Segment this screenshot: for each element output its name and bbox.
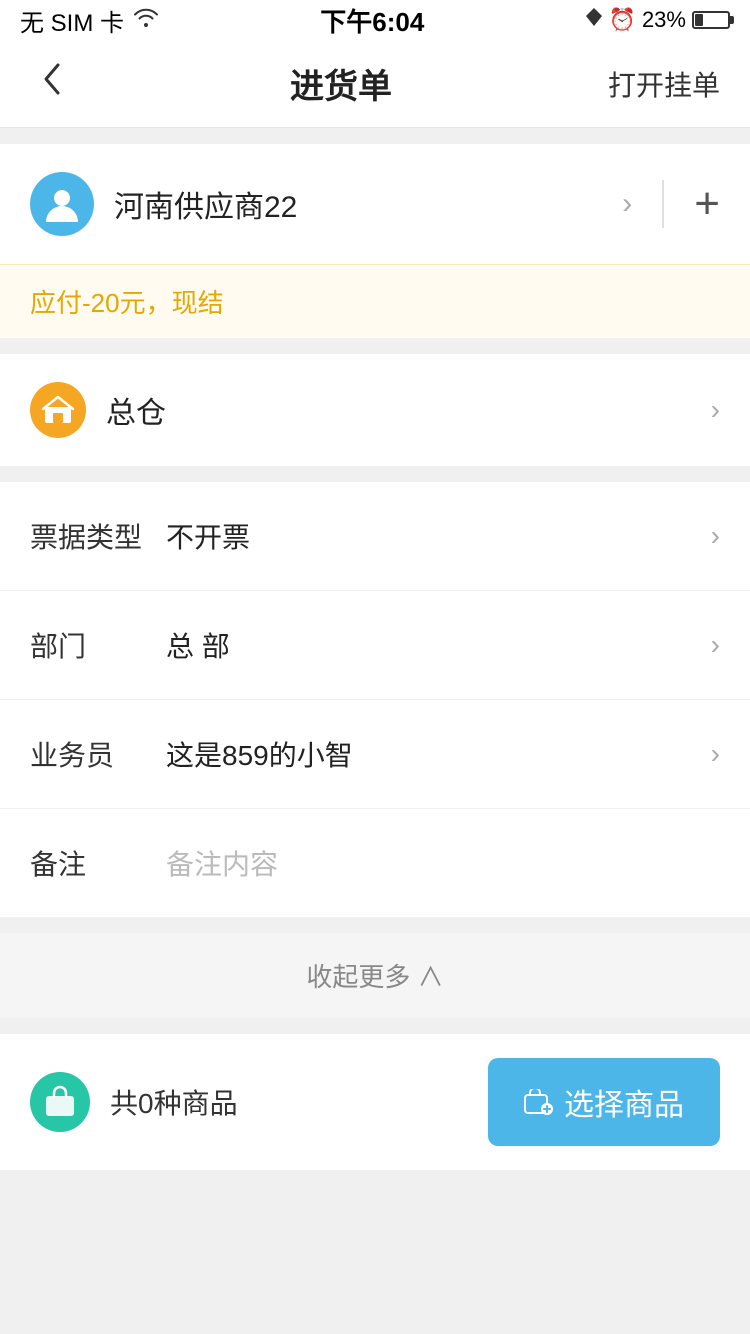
notice-banner: 应付-20元，现结 <box>0 264 750 338</box>
supplier-name: 河南供应商22 <box>114 182 622 226</box>
warehouse-icon <box>30 382 86 438</box>
department-chevron-icon: › <box>711 629 720 661</box>
warehouse-chevron-icon: › <box>711 394 720 426</box>
alarm-icon: ⏰ <box>609 7 636 33</box>
collapse-button[interactable]: 收起更多 ∧ <box>0 933 750 1018</box>
supplier-card: 河南供应商22 › + 应付-20元，现结 <box>0 144 750 338</box>
salesperson-value: 这是859的小智 <box>150 734 711 774</box>
ticket-type-row[interactable]: 票据类型 不开票 › <box>0 482 750 591</box>
ticket-type-value: 不开票 <box>150 516 711 556</box>
carrier-label: 无 SIM 卡 <box>20 3 124 38</box>
add-supplier-button[interactable]: + <box>694 182 720 226</box>
ticket-type-label: 票据类型 <box>30 516 150 556</box>
battery-percent: 23% <box>642 7 686 33</box>
form-card: 票据类型 不开票 › 部门 总 部 › 业务员 这是859的小智 › 备注 备注… <box>0 482 750 917</box>
warehouse-card: 总仓 › <box>0 354 750 466</box>
select-product-label: 选择商品 <box>564 1080 684 1124</box>
back-button[interactable] <box>30 49 74 118</box>
department-value: 总 部 <box>150 625 711 665</box>
page-title: 进货单 <box>290 59 392 108</box>
open-pending-button[interactable]: 打开挂单 <box>608 64 720 104</box>
ticket-type-chevron-icon: › <box>711 520 720 552</box>
salesperson-row[interactable]: 业务员 这是859的小智 › <box>0 700 750 809</box>
supplier-avatar <box>30 172 94 236</box>
warehouse-row[interactable]: 总仓 › <box>0 354 750 466</box>
remark-row[interactable]: 备注 备注内容 <box>0 809 750 917</box>
status-bar: 无 SIM 卡 下午6:04 ⏰ 23% <box>0 0 750 40</box>
supplier-divider <box>662 180 664 228</box>
product-count: 共0种商品 <box>110 1082 468 1122</box>
status-left: 无 SIM 卡 <box>20 3 160 38</box>
supplier-row[interactable]: 河南供应商22 › + <box>0 144 750 264</box>
remark-input[interactable]: 备注内容 <box>150 843 720 883</box>
wifi-icon <box>132 6 160 34</box>
bottom-bar: 共0种商品 选择商品 <box>0 1034 750 1170</box>
product-icon <box>30 1072 90 1132</box>
nav-bar: 进货单 打开挂单 <box>0 40 750 128</box>
department-row[interactable]: 部门 总 部 › <box>0 591 750 700</box>
supplier-chevron-icon: › <box>622 187 632 221</box>
remark-label: 备注 <box>30 843 150 883</box>
status-time: 下午6:04 <box>320 2 424 39</box>
notice-text: 应付-20元，现结 <box>30 288 224 318</box>
salesperson-chevron-icon: › <box>711 738 720 770</box>
salesperson-label: 业务员 <box>30 734 150 774</box>
status-right: ⏰ 23% <box>585 7 730 33</box>
department-label: 部门 <box>30 625 150 665</box>
select-product-button[interactable]: 选择商品 <box>488 1058 720 1146</box>
battery-icon <box>692 11 730 29</box>
location-icon <box>585 7 603 33</box>
warehouse-name: 总仓 <box>106 388 711 432</box>
